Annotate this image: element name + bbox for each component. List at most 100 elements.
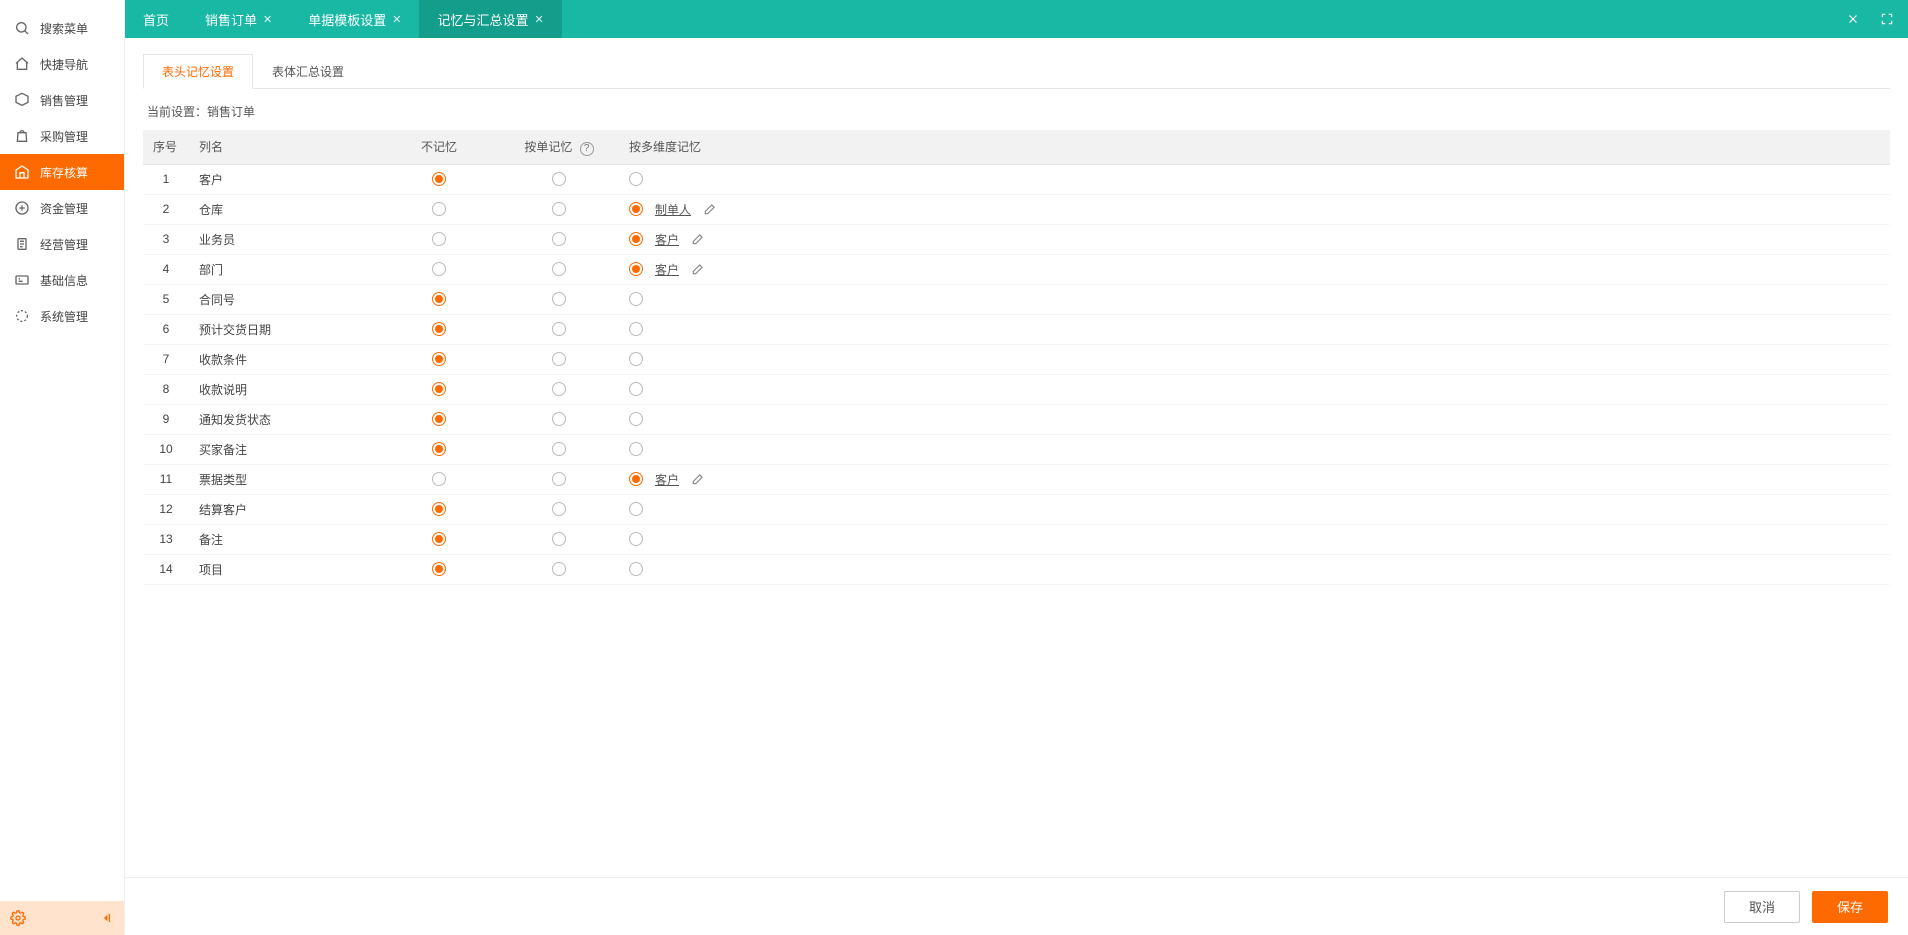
tab-close-icon[interactable]: ✕ — [535, 13, 544, 26]
radio-by-dim[interactable] — [629, 352, 643, 366]
radio-no_mem[interactable] — [432, 412, 446, 426]
edit-icon[interactable] — [703, 202, 717, 216]
radio-cell-no_mem — [379, 164, 499, 194]
radio-no_mem[interactable] — [432, 202, 446, 216]
radio-cell-no_mem — [379, 524, 499, 554]
radio-by_order[interactable] — [552, 322, 566, 336]
dimension-link[interactable]: 客户 — [655, 231, 679, 248]
sidebar-item-bag[interactable]: 采购管理 — [0, 118, 124, 154]
sidebar-item-card[interactable]: 基础信息 — [0, 262, 124, 298]
radio-cell-by-dim: 客户 — [619, 224, 1890, 254]
edit-icon[interactable] — [691, 472, 705, 486]
radio-by-dim[interactable] — [629, 382, 643, 396]
radio-no_mem[interactable] — [432, 502, 446, 516]
row-index: 5 — [143, 284, 189, 314]
save-button[interactable]: 保存 — [1812, 891, 1888, 923]
radio-cell-by-dim — [619, 404, 1890, 434]
radio-by_order[interactable] — [552, 412, 566, 426]
tab-close-icon[interactable]: ✕ — [392, 13, 401, 26]
row-column-name: 结算客户 — [189, 494, 379, 524]
radio-cell-by-dim: 客户 — [619, 464, 1890, 494]
radio-by_order[interactable] — [552, 442, 566, 456]
radio-by_order[interactable] — [552, 352, 566, 366]
collapse-sidebar-icon[interactable] — [98, 910, 114, 926]
radio-by-dim[interactable] — [629, 232, 643, 246]
radio-cell-no_mem — [379, 224, 499, 254]
radio-no_mem[interactable] — [432, 322, 446, 336]
radio-by_order[interactable] — [552, 172, 566, 186]
sidebar-item-search[interactable]: 搜索菜单 — [0, 10, 124, 46]
radio-cell-by_order — [499, 554, 619, 584]
radio-no_mem[interactable] — [432, 172, 446, 186]
radio-by_order[interactable] — [552, 562, 566, 576]
tab-3[interactable]: 记忆与汇总设置✕ — [419, 0, 561, 38]
radio-by_order[interactable] — [552, 262, 566, 276]
fullscreen-icon[interactable] — [1874, 6, 1900, 32]
card-icon — [14, 272, 30, 288]
radio-by-dim[interactable] — [629, 442, 643, 456]
radio-by-dim[interactable] — [629, 262, 643, 276]
sidebar-item-gear-ring[interactable]: 系统管理 — [0, 298, 124, 334]
radio-no_mem[interactable] — [432, 532, 446, 546]
sidebar-item-tag[interactable]: 销售管理 — [0, 82, 124, 118]
radio-cell-no_mem — [379, 194, 499, 224]
radio-by-dim[interactable] — [629, 502, 643, 516]
sidebar-item-warehouse[interactable]: 库存核算 — [0, 154, 124, 190]
radio-by-dim[interactable] — [629, 472, 643, 486]
tab-1[interactable]: 销售订单✕ — [187, 0, 290, 38]
radio-by-dim[interactable] — [629, 412, 643, 426]
radio-by_order[interactable] — [552, 502, 566, 516]
inner-tab-0[interactable]: 表头记忆设置 — [143, 54, 253, 89]
sidebar-item-label: 销售管理 — [40, 92, 88, 109]
radio-by_order[interactable] — [552, 532, 566, 546]
radio-by_order[interactable] — [552, 232, 566, 246]
sidebar-item-home[interactable]: 快捷导航 — [0, 46, 124, 82]
radio-cell-by_order — [499, 524, 619, 554]
table-row: 1客户 — [143, 164, 1890, 194]
radio-by-dim[interactable] — [629, 322, 643, 336]
dimension-link[interactable]: 制单人 — [655, 201, 691, 218]
radio-no_mem[interactable] — [432, 262, 446, 276]
row-column-name: 收款说明 — [189, 374, 379, 404]
radio-no_mem[interactable] — [432, 442, 446, 456]
radio-cell-no_mem — [379, 494, 499, 524]
radio-by_order[interactable] — [552, 292, 566, 306]
dimension-link[interactable]: 客户 — [655, 471, 679, 488]
clipboard-icon — [14, 236, 30, 252]
close-all-tabs-icon[interactable] — [1840, 6, 1866, 32]
radio-by_order[interactable] — [552, 472, 566, 486]
radio-no_mem[interactable] — [432, 352, 446, 366]
row-index: 10 — [143, 434, 189, 464]
radio-no_mem[interactable] — [432, 232, 446, 246]
edit-icon[interactable] — [691, 232, 705, 246]
radio-by-dim[interactable] — [629, 562, 643, 576]
radio-no_mem[interactable] — [432, 382, 446, 396]
radio-by-dim[interactable] — [629, 532, 643, 546]
sidebar-item-coin[interactable]: 资金管理 — [0, 190, 124, 226]
radio-cell-by-dim — [619, 314, 1890, 344]
radio-by_order[interactable] — [552, 202, 566, 216]
table-row: 8收款说明 — [143, 374, 1890, 404]
radio-cell-no_mem — [379, 464, 499, 494]
radio-cell-by-dim — [619, 374, 1890, 404]
inner-tabs: 表头记忆设置表体汇总设置 — [143, 54, 1890, 89]
tab-0[interactable]: 首页 — [125, 0, 187, 38]
edit-icon[interactable] — [691, 262, 705, 276]
cancel-button[interactable]: 取消 — [1724, 891, 1800, 923]
radio-by-dim[interactable] — [629, 172, 643, 186]
radio-by-dim[interactable] — [629, 292, 643, 306]
radio-no_mem[interactable] — [432, 292, 446, 306]
radio-by_order[interactable] — [552, 382, 566, 396]
settings-gear-icon[interactable] — [10, 910, 26, 926]
inner-tab-1[interactable]: 表体汇总设置 — [253, 54, 363, 88]
dimension-link[interactable]: 客户 — [655, 261, 679, 278]
radio-no_mem[interactable] — [432, 472, 446, 486]
radio-by-dim[interactable] — [629, 202, 643, 216]
row-index: 3 — [143, 224, 189, 254]
sidebar-item-clipboard[interactable]: 经营管理 — [0, 226, 124, 262]
help-icon[interactable]: ? — [580, 142, 594, 156]
tab-2[interactable]: 单据模板设置✕ — [290, 0, 419, 38]
content-area: 表头记忆设置表体汇总设置 当前设置：销售订单 序号 列名 不记忆 按单记忆 ? — [125, 38, 1908, 877]
radio-no_mem[interactable] — [432, 562, 446, 576]
tab-close-icon[interactable]: ✕ — [263, 13, 272, 26]
